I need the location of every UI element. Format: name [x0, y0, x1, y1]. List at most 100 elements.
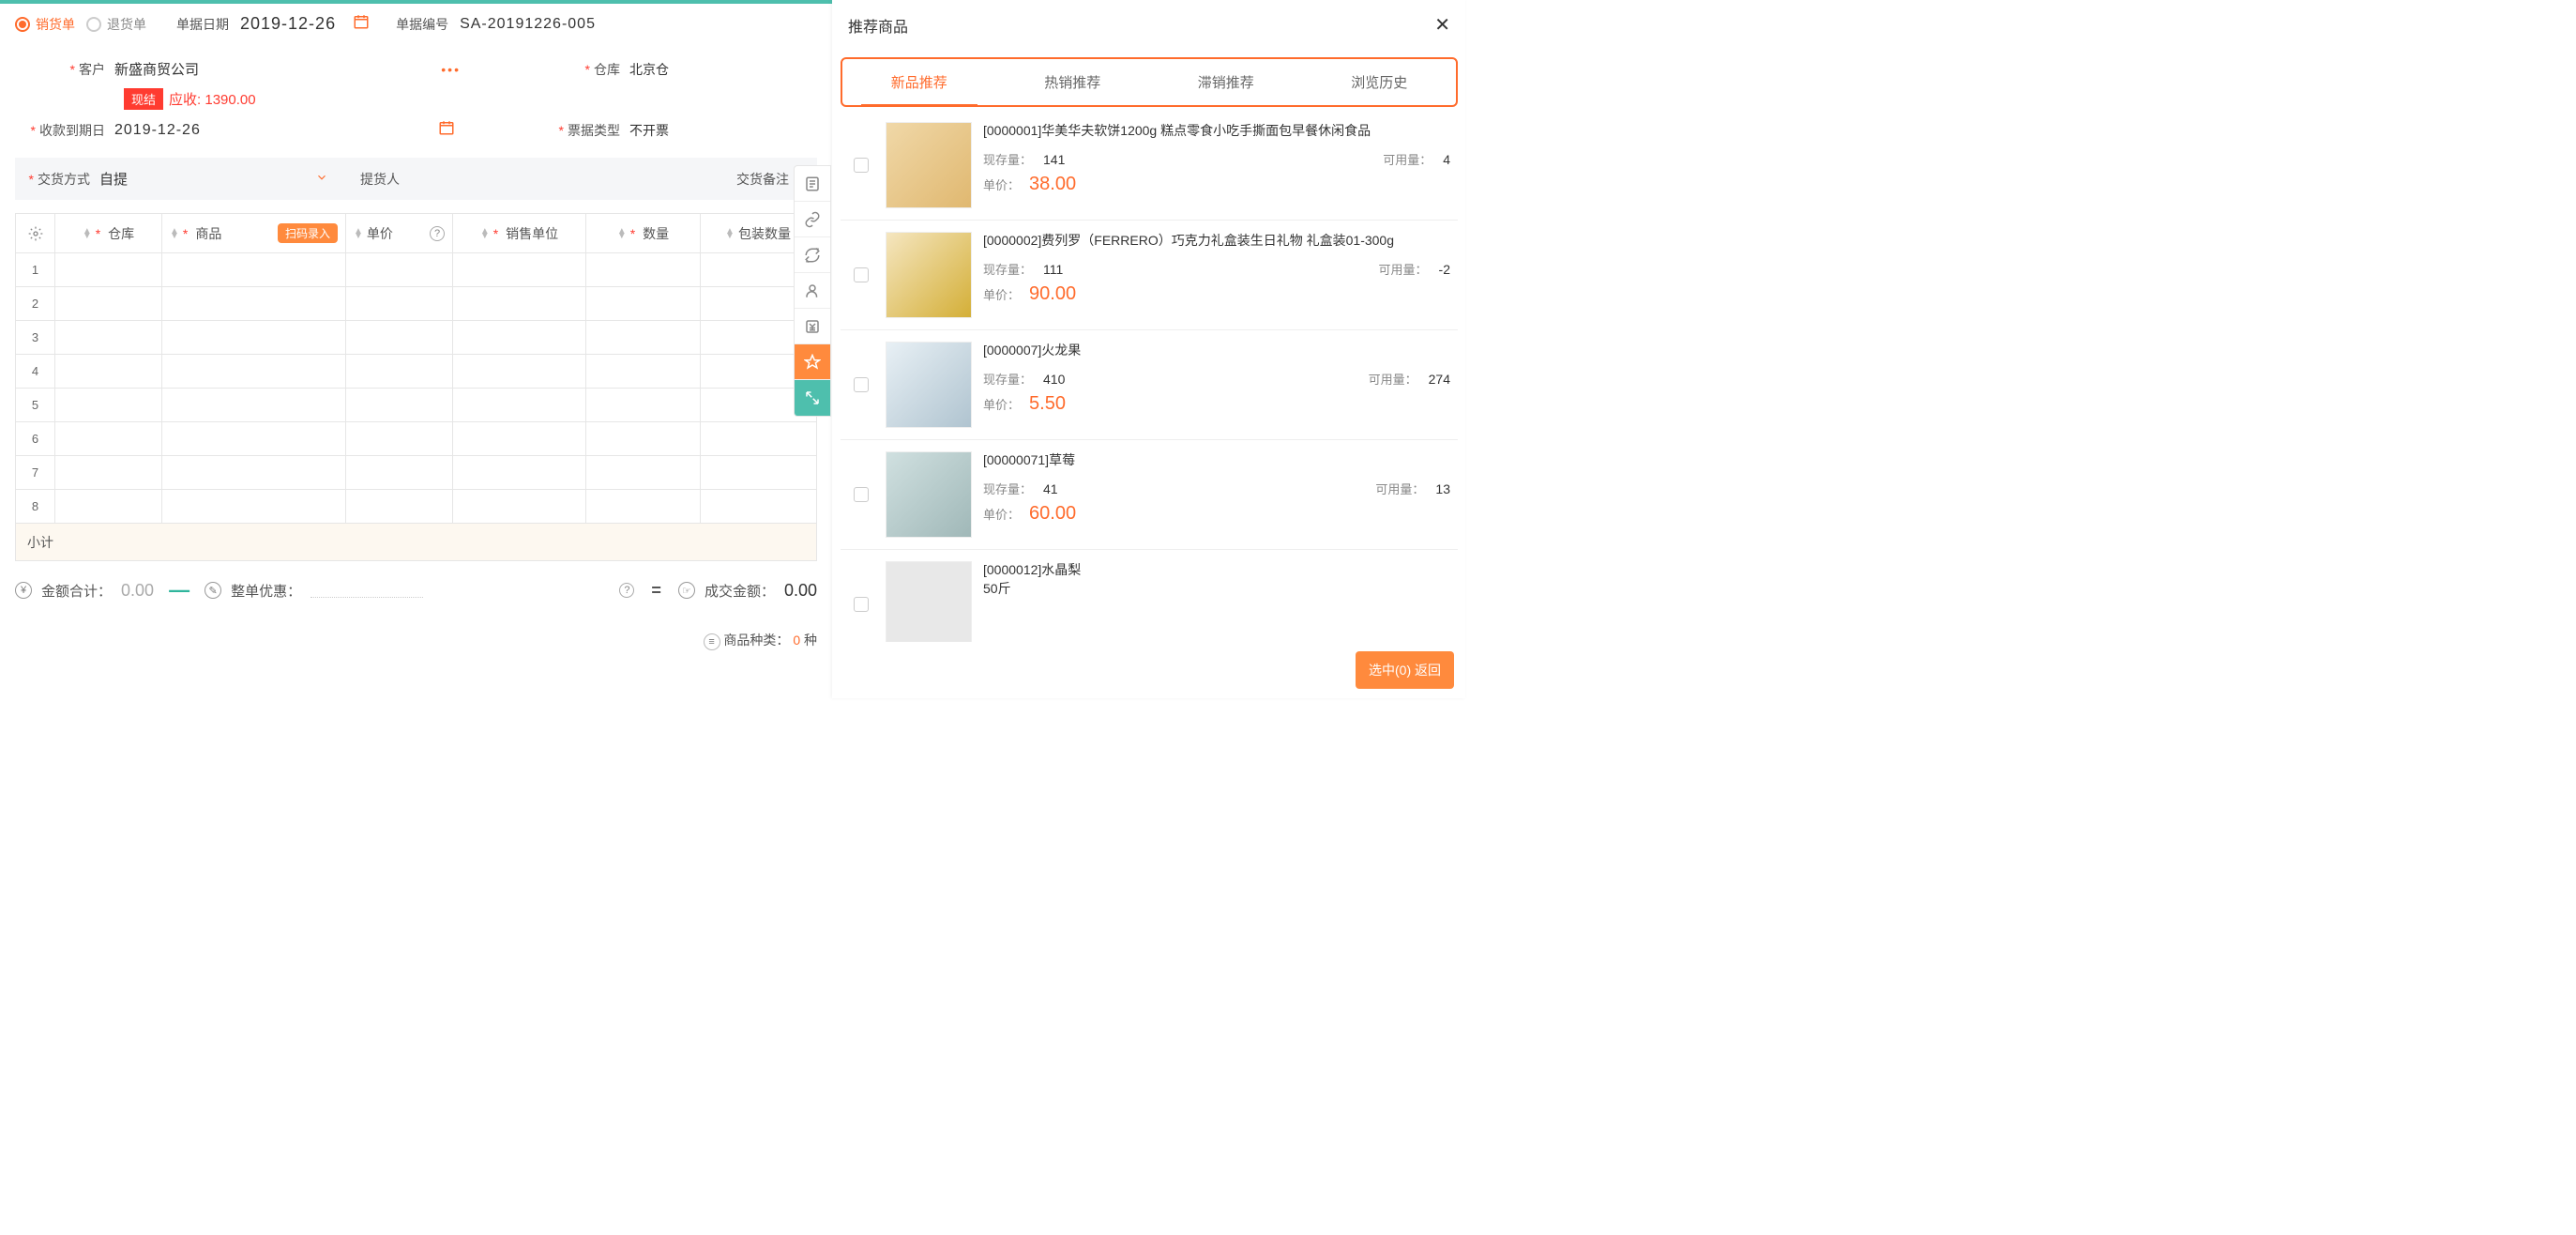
- minus-icon: —: [163, 578, 195, 602]
- help-icon[interactable]: ?: [430, 226, 445, 241]
- rp-tab[interactable]: 滞销推荐: [1149, 59, 1303, 105]
- row-index: 8: [16, 490, 55, 523]
- subtotal-row: 小计: [15, 524, 817, 561]
- note-icon[interactable]: [795, 166, 830, 202]
- product-image: [886, 342, 972, 428]
- money-icon[interactable]: [795, 309, 830, 344]
- select-return-button[interactable]: 选中(0) 返回: [1356, 651, 1454, 689]
- product-count-row: ≡ 商品种类： 0 种: [0, 631, 817, 650]
- equals-icon: =: [644, 581, 669, 601]
- remark-label: 交货备注: [733, 170, 798, 189]
- row-index: 6: [16, 422, 55, 455]
- user-icon[interactable]: [795, 273, 830, 309]
- col-price[interactable]: ▲▼单价?: [346, 214, 453, 252]
- discount-label: 整单优惠：: [231, 581, 301, 601]
- footer-bar: ¥ 金额合计： 0.00 — ✎ 整单优惠： ? = ☞ 成交金额： 0.00: [15, 578, 817, 602]
- total-value: 0.00: [121, 581, 154, 601]
- customer-row: *客户 新盛商贸公司 ••• *仓库 北京仓: [0, 52, 832, 86]
- row-index: 1: [16, 253, 55, 286]
- expand-icon[interactable]: [795, 380, 830, 416]
- doc-date-value[interactable]: 2019-12-26: [240, 14, 336, 34]
- help-icon[interactable]: ?: [619, 583, 634, 598]
- refresh-icon[interactable]: [795, 237, 830, 273]
- row-index: 3: [16, 321, 55, 354]
- col-qty[interactable]: ▲▼*数量: [586, 214, 701, 252]
- hand-icon: ☞: [678, 582, 695, 599]
- table-row[interactable]: 1: [16, 253, 816, 287]
- checkbox[interactable]: [848, 451, 874, 538]
- invoice-type-value[interactable]: 不开票: [629, 121, 817, 140]
- table-row[interactable]: 3: [16, 321, 816, 355]
- doc-date-label: 单据日期: [176, 15, 229, 34]
- col-warehouse[interactable]: ▲▼*仓库: [55, 214, 162, 252]
- delivery-method-label: 交货方式: [38, 172, 90, 187]
- table-row[interactable]: 4: [16, 355, 816, 389]
- customer-value[interactable]: 新盛商贸公司: [114, 59, 302, 79]
- link-icon[interactable]: [795, 202, 830, 237]
- duedate-label: 收款到期日: [39, 123, 105, 138]
- product-image: [886, 232, 972, 318]
- top-bar: 销货单 退货单 单据日期 2019-12-26 单据编号 SA-20191226…: [0, 4, 832, 44]
- discount-input[interactable]: [311, 583, 423, 598]
- warehouse-value[interactable]: 北京仓: [629, 60, 817, 79]
- tab-return[interactable]: 退货单: [86, 15, 146, 34]
- product-title: [0000002]费列罗（FERRERO）巧克力礼盒装生日礼物 礼盒装01-30…: [983, 232, 1450, 251]
- table-row[interactable]: 7: [16, 456, 816, 490]
- customer-label: 客户: [79, 62, 105, 77]
- product-item[interactable]: [0000012]水晶梨50斤: [841, 550, 1458, 642]
- side-tools: [794, 165, 831, 417]
- product-title: [00000071]草莓: [983, 451, 1450, 470]
- pay-now-tag: 现结: [124, 88, 163, 110]
- calendar-icon[interactable]: [432, 119, 461, 141]
- receivable: 应收: 1390.00: [169, 89, 256, 109]
- product-info: [0000001]华美华夫软饼1200g 糕点零食小吃手撕面包早餐休闲食品 现存…: [983, 122, 1450, 208]
- star-icon[interactable]: [795, 344, 830, 380]
- rp-footer: 选中(0) 返回: [833, 642, 1465, 698]
- product-item[interactable]: [0000001]华美华夫软饼1200g 糕点零食小吃手撕面包早餐休闲食品 现存…: [841, 111, 1458, 221]
- checkbox[interactable]: [848, 232, 874, 318]
- recommended-panel: 推荐商品 ✕ 新品推荐热销推荐滞销推荐浏览历史 [0000001]华美华夫软饼1…: [832, 0, 1465, 698]
- prod-count-suffix: 种: [804, 633, 817, 648]
- col-product[interactable]: ▲▼*商品扫码录入: [162, 214, 346, 252]
- tab-sales[interactable]: 销货单: [15, 15, 75, 34]
- table-row[interactable]: 2: [16, 287, 816, 321]
- product-image: [886, 561, 972, 642]
- prod-count-label: 商品种类：: [723, 633, 789, 648]
- col-unit[interactable]: ▲▼*销售单位: [453, 214, 586, 252]
- duedate-value[interactable]: 2019-12-26: [114, 122, 432, 139]
- doc-no-value: SA-20191226-005: [460, 16, 596, 33]
- table-row[interactable]: 6: [16, 422, 816, 456]
- tab-return-label: 退货单: [107, 15, 146, 34]
- deal-label: 成交金额：: [705, 581, 775, 601]
- rp-tabs: 新品推荐热销推荐滞销推荐浏览历史: [841, 57, 1458, 107]
- checkbox[interactable]: [848, 122, 874, 208]
- product-info: [0000002]费列罗（FERRERO）巧克力礼盒装生日礼物 礼盒装01-30…: [983, 232, 1450, 318]
- rp-tab[interactable]: 浏览历史: [1303, 59, 1457, 105]
- rp-tab[interactable]: 热销推荐: [996, 59, 1150, 105]
- scan-badge[interactable]: 扫码录入: [278, 223, 338, 243]
- subtotal-label: 小计: [27, 533, 53, 552]
- calendar-icon[interactable]: [347, 13, 375, 35]
- row-index: 2: [16, 287, 55, 320]
- product-item[interactable]: [0000002]费列罗（FERRERO）巧克力礼盒装生日礼物 礼盒装01-30…: [841, 221, 1458, 330]
- more-icon[interactable]: •••: [441, 62, 479, 77]
- rp-tab[interactable]: 新品推荐: [842, 59, 996, 105]
- picker-label: 提货人: [343, 170, 409, 189]
- row-index: 4: [16, 355, 55, 388]
- gear-icon[interactable]: [16, 214, 55, 252]
- product-item[interactable]: [00000071]草莓 现存量：41 可用量：13 单价：60.00: [841, 440, 1458, 550]
- row-index: 5: [16, 389, 55, 421]
- radio-icon: [86, 17, 101, 32]
- product-title: [0000012]水晶梨50斤: [983, 561, 1450, 598]
- prod-count-value: 0: [793, 633, 800, 648]
- close-icon[interactable]: ✕: [1434, 13, 1450, 37]
- product-info: [0000007]火龙果 现存量：410 可用量：274 单价：5.50: [983, 342, 1450, 428]
- product-item[interactable]: [0000007]火龙果 现存量：410 可用量：274 单价：5.50: [841, 330, 1458, 440]
- table-row[interactable]: 5: [16, 389, 816, 422]
- yen-icon: ¥: [15, 582, 32, 599]
- product-title: [0000007]火龙果: [983, 342, 1450, 360]
- delivery-method-select[interactable]: 自提: [99, 169, 343, 189]
- checkbox[interactable]: [848, 561, 874, 642]
- table-row[interactable]: 8: [16, 490, 816, 524]
- checkbox[interactable]: [848, 342, 874, 428]
